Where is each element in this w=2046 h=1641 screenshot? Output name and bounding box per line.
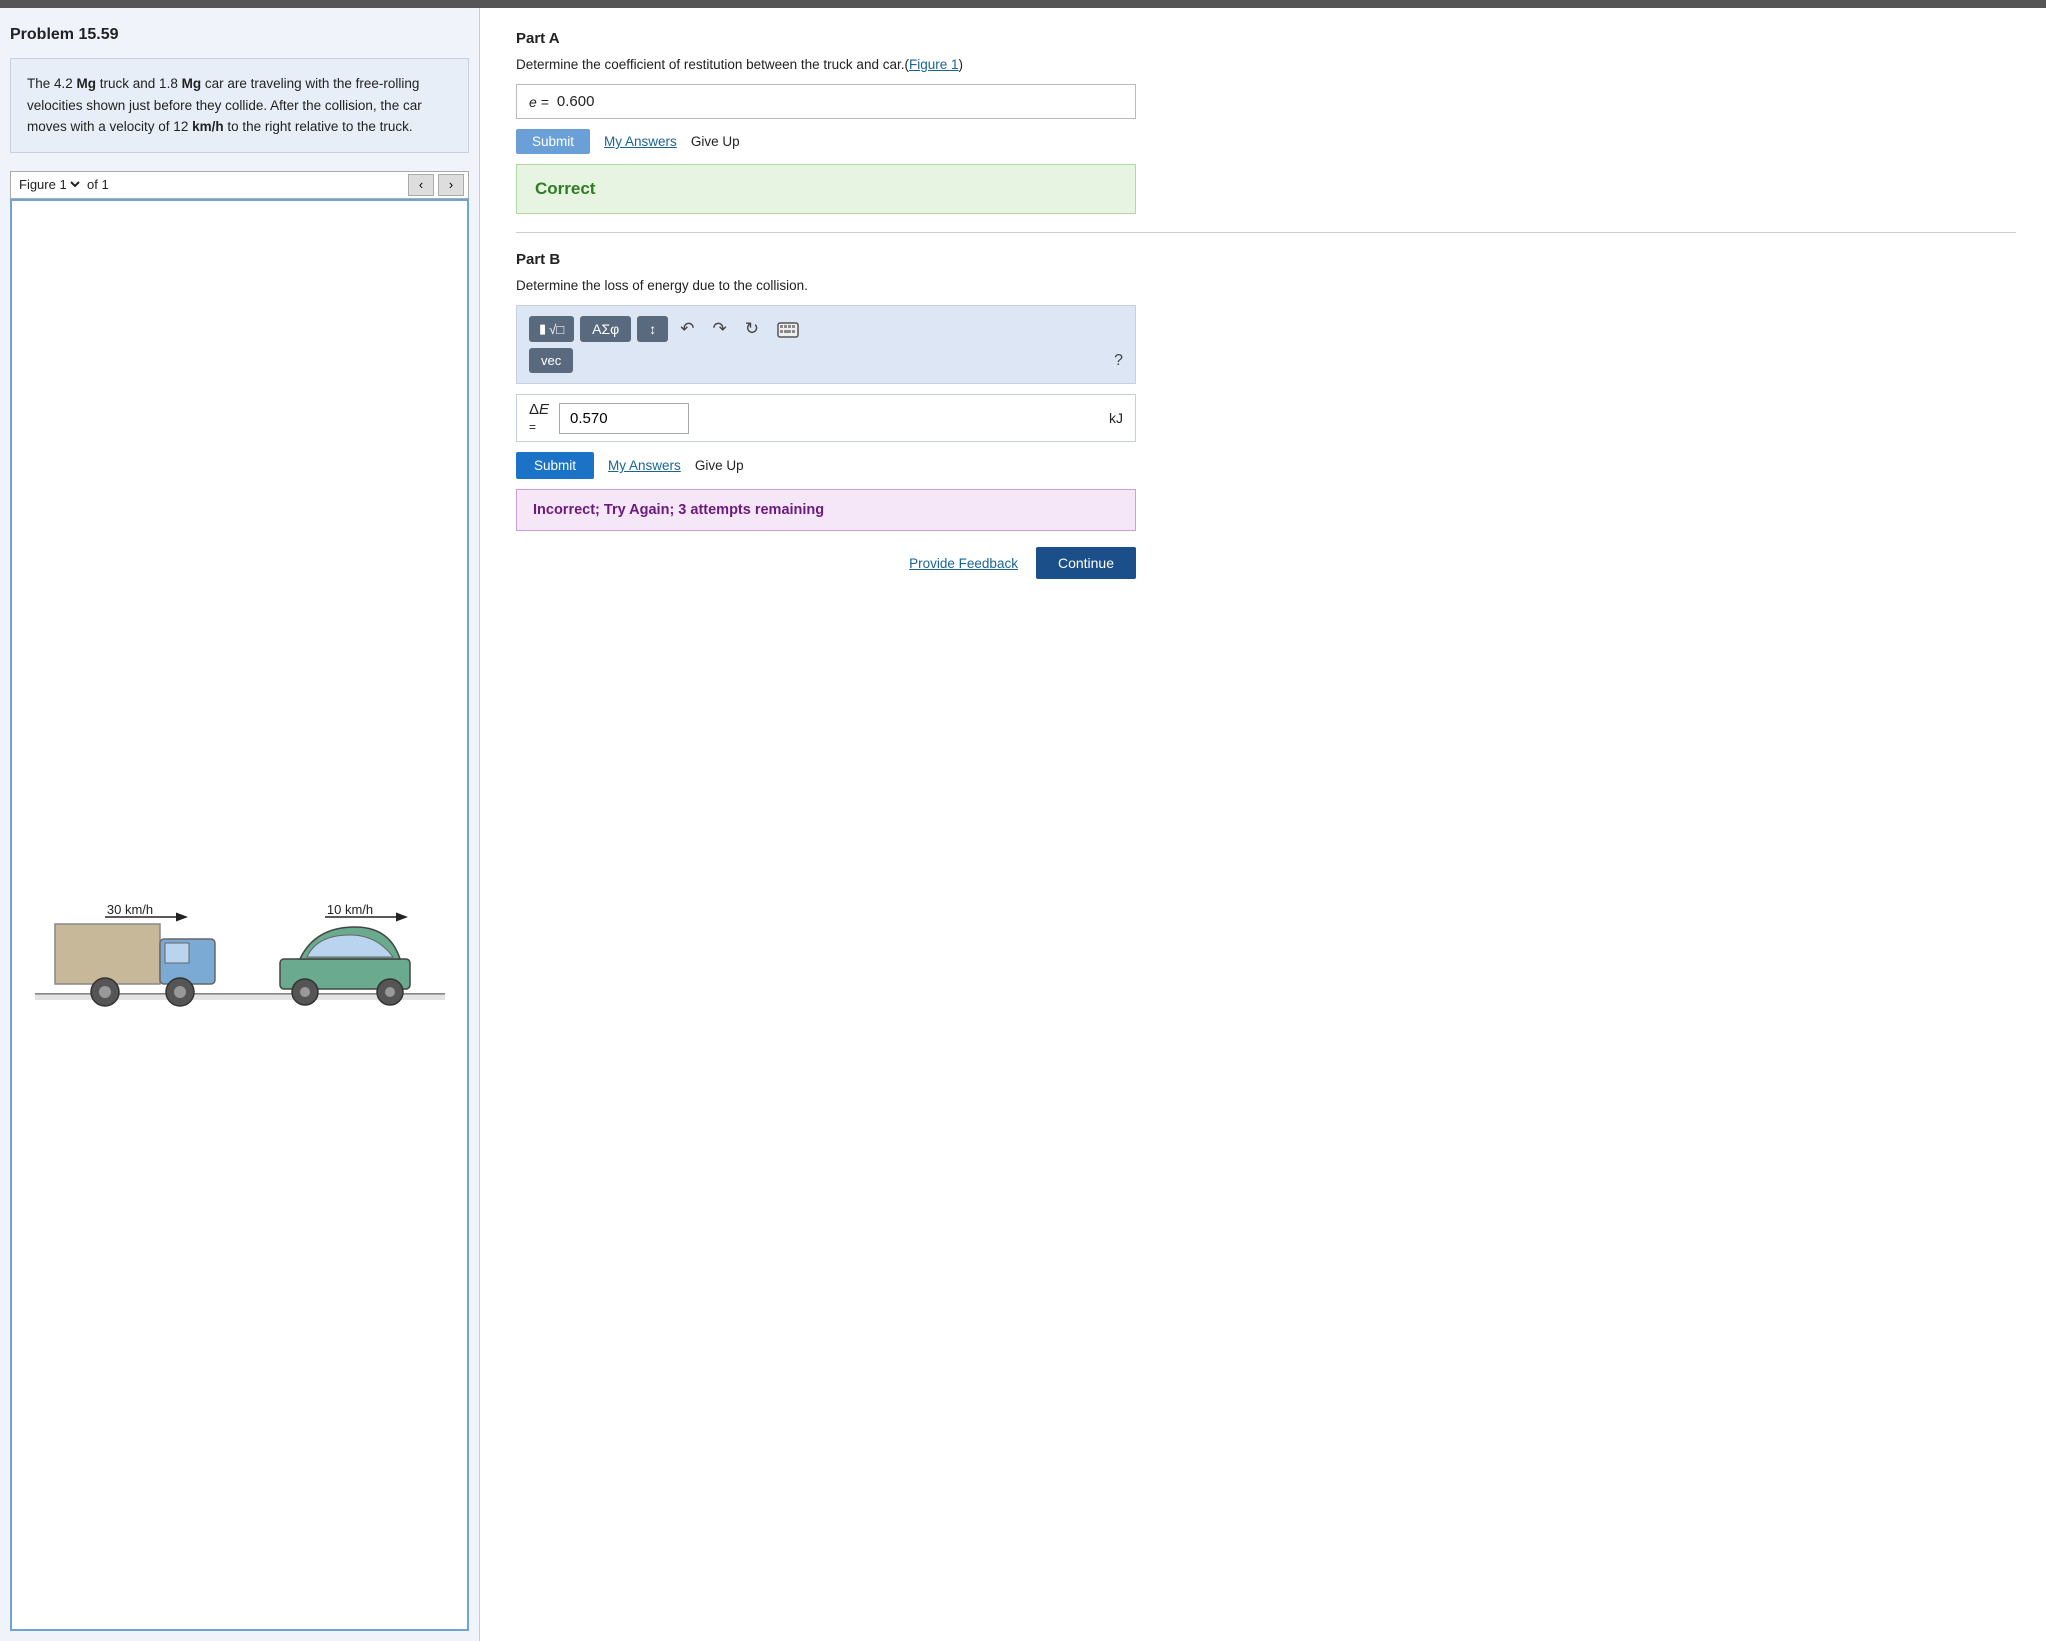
part-a-btn-row: Submit My Answers Give Up — [516, 129, 2016, 154]
part-a-section: Part A Determine the coefficient of rest… — [516, 30, 2016, 214]
math-undo-button[interactable]: ↶ — [674, 317, 700, 341]
part-a-submit-button[interactable]: Submit — [516, 129, 590, 154]
figure-svg: 30 km/h 10 km/h — [25, 809, 455, 1029]
part-b-give-up-link[interactable]: Give Up — [695, 458, 744, 473]
part-b-input-row: ΔE= kJ — [516, 394, 1136, 442]
main-layout: Problem 15.59 The 4.2 Mg truck and 1.8 M… — [0, 8, 2046, 1641]
problem-description: The 4.2 Mg truck and 1.8 Mg car are trav… — [10, 58, 469, 153]
part-b-section: Part B Determine the loss of energy due … — [516, 251, 2016, 579]
part-b-my-answers-link[interactable]: My Answers — [608, 458, 681, 473]
car-speed-label: 10 km/h — [326, 902, 372, 917]
math-updown-button[interactable]: ↕ — [637, 316, 668, 342]
math-vec-button[interactable]: vec — [529, 348, 573, 373]
figure-bar: Figure 1 of 1 ‹ › — [10, 171, 469, 199]
provide-feedback-link[interactable]: Provide Feedback — [909, 556, 1018, 571]
math-sqrt-label: √□ — [549, 322, 564, 337]
part-a-input[interactable] — [557, 93, 1123, 110]
part-b-submit-button[interactable]: Submit — [516, 452, 594, 479]
truck-speed-label: 30 km/h — [106, 902, 152, 917]
part-a-give-up-link[interactable]: Give Up — [691, 134, 740, 149]
math-help-button[interactable]: ? — [1114, 352, 1123, 370]
figure-select[interactable]: Figure 1 — [15, 176, 83, 193]
part-a-my-answers-link[interactable]: My Answers — [604, 134, 677, 149]
math-toolbar-row1: ▮ √□ ΑΣφ ↕ ↶ ↷ ↻ — [529, 316, 1123, 342]
math-toolbar-box: ▮ √□ ΑΣφ ↕ ↶ ↷ ↻ — [516, 305, 1136, 384]
math-sqrt-button[interactable]: ▮ √□ — [529, 316, 574, 342]
figure-of-label: of 1 — [87, 177, 404, 192]
figure-next-button[interactable]: › — [438, 174, 464, 196]
math-keyboard-button[interactable] — [771, 317, 805, 341]
math-greek-button[interactable]: ΑΣφ — [580, 316, 631, 342]
problem-title: Problem 15.59 — [10, 26, 469, 44]
figure-link-a[interactable]: Figure 1 — [909, 57, 959, 72]
right-panel: Part A Determine the coefficient of rest… — [480, 8, 2046, 1641]
part-b-title: Part B — [516, 251, 2016, 268]
math-toolbar-row2: vec ? — [529, 348, 1123, 373]
bottom-row: Provide Feedback Continue — [516, 547, 1136, 579]
part-a-title: Part A — [516, 30, 2016, 47]
part-a-input-row: e = — [516, 84, 1136, 119]
math-refresh-button[interactable]: ↻ — [739, 317, 765, 341]
part-b-unit-label: kJ — [1109, 410, 1123, 426]
part-a-desc: Determine the coefficient of restitution… — [516, 57, 2016, 72]
continue-button[interactable]: Continue — [1036, 547, 1136, 579]
math-redo-button[interactable]: ↷ — [706, 317, 732, 341]
part-b-input[interactable] — [559, 403, 689, 434]
part-b-btn-row: Submit My Answers Give Up — [516, 452, 2016, 479]
part-b-delta-label: ΔE= — [529, 401, 549, 435]
figure-prev-button[interactable]: ‹ — [408, 174, 434, 196]
math-sqrt-icon: ▮ — [539, 321, 546, 337]
figure-box: 30 km/h 10 km/h — [10, 199, 469, 1631]
part-a-input-label: e = — [529, 94, 549, 110]
correct-banner: Correct — [516, 164, 1136, 214]
incorrect-banner: Incorrect; Try Again; 3 attempts remaini… — [516, 489, 1136, 531]
left-panel: Problem 15.59 The 4.2 Mg truck and 1.8 M… — [0, 8, 480, 1641]
top-bar — [0, 0, 2046, 8]
part-b-desc: Determine the loss of energy due to the … — [516, 278, 2016, 293]
part-divider — [516, 232, 2016, 233]
figure-svg-area: 30 km/h 10 km/h — [22, 219, 457, 1619]
